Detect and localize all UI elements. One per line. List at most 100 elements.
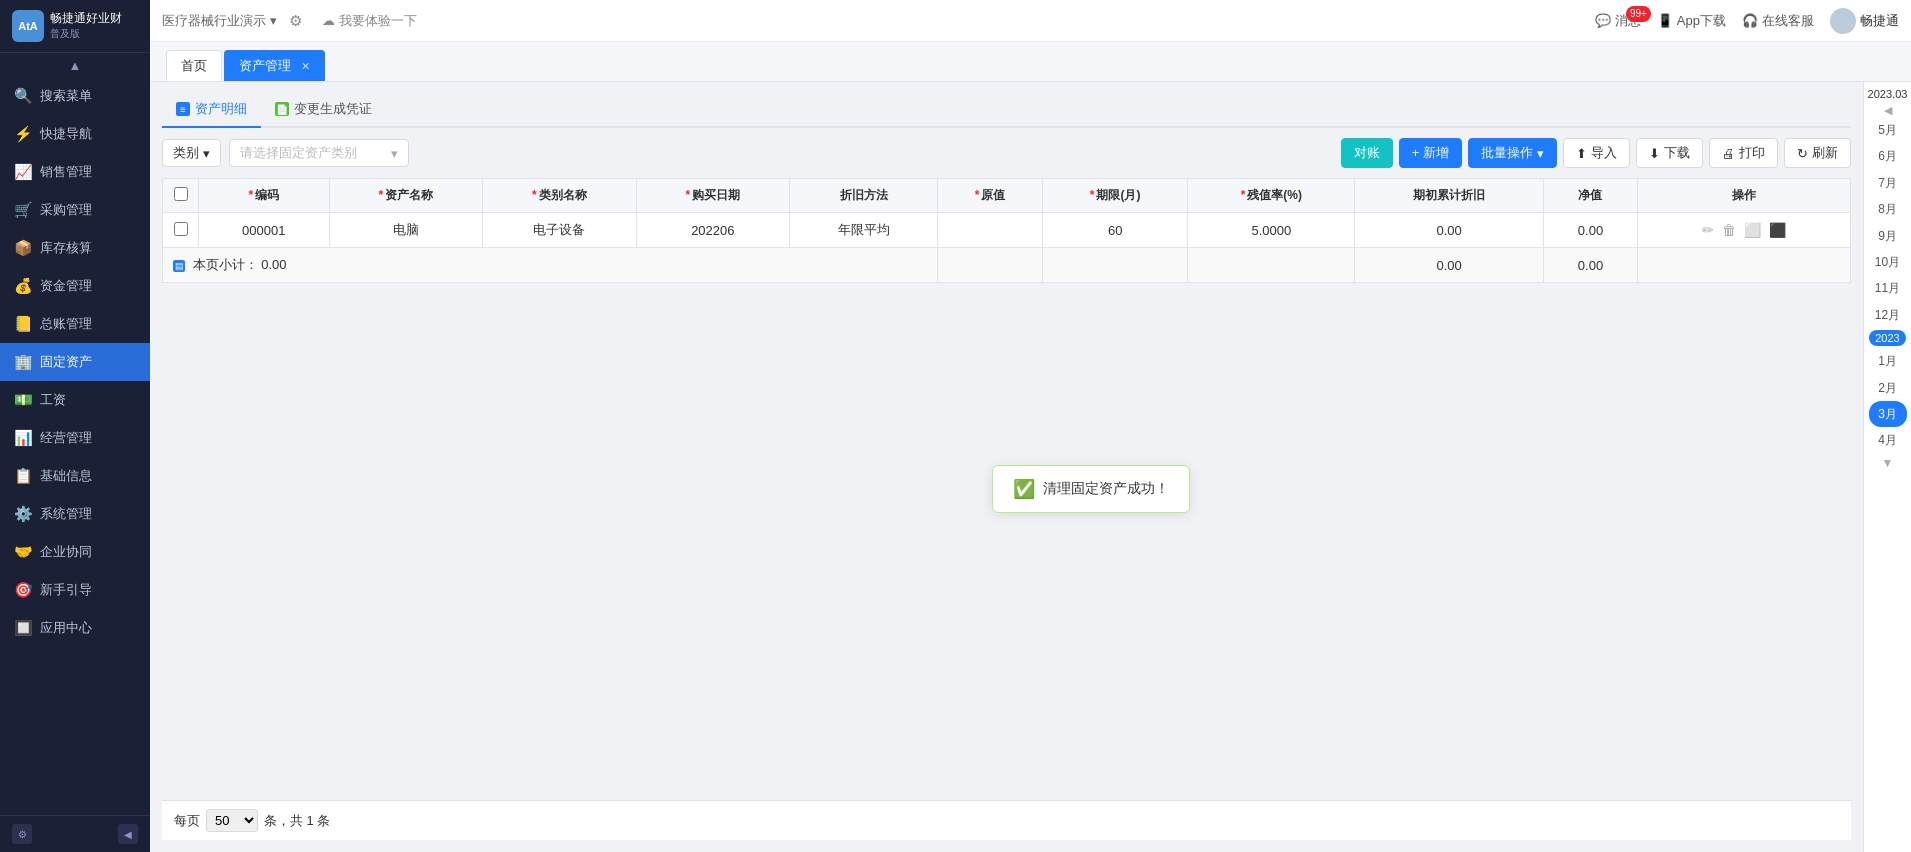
sidebar-item-sales[interactable]: 📈 销售管理 bbox=[0, 153, 150, 191]
calendar-scroll-down[interactable]: ▼ bbox=[1880, 454, 1896, 472]
sidebar-item-label: 总账管理 bbox=[40, 315, 92, 333]
row-net-value: 0.00 bbox=[1544, 213, 1638, 248]
sidebar-item-ops[interactable]: 📊 经营管理 bbox=[0, 419, 150, 457]
sidebar-item-search[interactable]: 🔍 搜索菜单 bbox=[0, 77, 150, 115]
reconcile-label: 对账 bbox=[1354, 144, 1380, 162]
tab-asset-mgmt[interactable]: 资产管理 ✕ bbox=[224, 50, 325, 81]
import-button[interactable]: ⬆ 导入 bbox=[1563, 138, 1630, 168]
subtotal-label-cell: ▤ 本页小计： 0.00 bbox=[163, 248, 938, 283]
sidebar-logo: AtA 畅捷通好业财 普及版 bbox=[0, 0, 150, 53]
sidebar-item-apps[interactable]: 🔲 应用中心 bbox=[0, 609, 150, 647]
cal-month-11[interactable]: 11月 bbox=[1869, 275, 1907, 301]
sidebar-collapse-icon[interactable]: ◀ bbox=[118, 824, 138, 844]
import-icon: ⬆ bbox=[1576, 146, 1587, 161]
new-button[interactable]: + 新增 bbox=[1399, 138, 1462, 168]
sidebar-item-purchase[interactable]: 🛒 采购管理 bbox=[0, 191, 150, 229]
sub-tab-asset-detail-label: 资产明细 bbox=[195, 100, 247, 118]
cal-month-1[interactable]: 1月 bbox=[1869, 348, 1907, 374]
cal-month-2[interactable]: 2月 bbox=[1869, 375, 1907, 401]
cal-month-9[interactable]: 9月 bbox=[1869, 223, 1907, 249]
select-all-checkbox[interactable] bbox=[174, 187, 188, 201]
sidebar-item-ledger[interactable]: 📒 总账管理 bbox=[0, 305, 150, 343]
cal-month-5[interactable]: 5月 bbox=[1869, 117, 1907, 143]
sidebar-scroll-up[interactable]: ▲ bbox=[65, 55, 85, 75]
settings-gear-icon[interactable]: ⚙ bbox=[289, 12, 302, 30]
refresh-button[interactable]: ↻ 刷新 bbox=[1784, 138, 1851, 168]
row-code: 000001 bbox=[199, 213, 330, 248]
row-checkbox[interactable] bbox=[174, 222, 188, 236]
calendar-toggle[interactable]: ◀ bbox=[1884, 104, 1892, 117]
calendar-header: 2023.03 bbox=[1866, 84, 1910, 104]
subtotal-residual-cell bbox=[1188, 248, 1355, 283]
subtotal-period-cell bbox=[1042, 248, 1187, 283]
experience-icon: ☁ bbox=[322, 13, 335, 28]
import-label: 导入 bbox=[1591, 144, 1617, 162]
row-name: 电脑 bbox=[329, 213, 482, 248]
cal-month-12[interactable]: 12月 bbox=[1869, 302, 1907, 328]
company-selector[interactable]: 医疗器械行业演示 ▾ bbox=[162, 12, 277, 30]
category-filter[interactable]: 类别 ▾ bbox=[162, 139, 221, 167]
calendar-year-badge: 2023 bbox=[1869, 330, 1905, 346]
cal-month-7[interactable]: 7月 bbox=[1869, 170, 1907, 196]
download-icon: ⬇ bbox=[1649, 146, 1660, 161]
sidebar-item-fixed-assets[interactable]: 🏢 固定资产 bbox=[0, 343, 150, 381]
sidebar-item-label: 固定资产 bbox=[40, 353, 92, 371]
message-icon: 💬 bbox=[1595, 13, 1611, 28]
inventory-icon: 📦 bbox=[14, 239, 32, 257]
sidebar-item-label: 快捷导航 bbox=[40, 125, 92, 143]
tab-home[interactable]: 首页 bbox=[166, 50, 222, 81]
lightning-icon: ⚡ bbox=[14, 125, 32, 143]
per-page-select[interactable]: 50 10 20 100 bbox=[206, 809, 258, 832]
print-button[interactable]: 🖨 打印 bbox=[1709, 138, 1778, 168]
sidebar-item-payroll[interactable]: 💵 工资 bbox=[0, 381, 150, 419]
sub-tabs: ≡ 资产明细 📄 变更生成凭证 bbox=[162, 94, 1851, 128]
th-depreciation-method: 折旧方法 bbox=[790, 179, 938, 213]
sidebar-item-guide[interactable]: 🎯 新手引导 bbox=[0, 571, 150, 609]
sidebar-settings-icon[interactable]: ⚙ bbox=[12, 824, 32, 844]
th-residual-rate: *残值率(%) bbox=[1188, 179, 1355, 213]
sidebar-item-basic-info[interactable]: 📋 基础信息 bbox=[0, 457, 150, 495]
tab-close-icon[interactable]: ✕ bbox=[301, 60, 310, 72]
th-code: *编码 bbox=[199, 179, 330, 213]
sidebar-item-inventory[interactable]: 📦 库存核算 bbox=[0, 229, 150, 267]
delete-icon[interactable]: 🗑 bbox=[1722, 222, 1736, 238]
cal-month-3[interactable]: 3月 bbox=[1869, 401, 1907, 427]
cal-month-8[interactable]: 8月 bbox=[1869, 196, 1907, 222]
download-label: 下载 bbox=[1664, 144, 1690, 162]
download-button[interactable]: ⬇ 下载 bbox=[1636, 138, 1703, 168]
reconcile-button[interactable]: 对账 bbox=[1341, 138, 1393, 168]
asset-table-container: *编码 *资产名称 *类别名称 *购买日期 折旧方法 *原值 *期限(月) *残… bbox=[162, 178, 1851, 800]
sidebar-item-label: 应用中心 bbox=[40, 619, 92, 637]
sidebar-item-label: 基础信息 bbox=[40, 467, 92, 485]
sidebar-item-label: 搜索菜单 bbox=[40, 87, 92, 105]
sidebar-item-quick-nav[interactable]: ⚡ 快捷导航 bbox=[0, 115, 150, 153]
cal-month-10[interactable]: 10月 bbox=[1869, 249, 1907, 275]
user-profile[interactable]: 畅捷通 bbox=[1830, 8, 1899, 34]
app-download-button[interactable]: 📱 App下载 bbox=[1657, 12, 1726, 30]
subtotal-net-cell: 0.00 bbox=[1544, 248, 1638, 283]
sub-tab-asset-detail[interactable]: ≡ 资产明细 bbox=[162, 94, 261, 128]
toolbar-right: 对账 + 新增 批量操作 ▾ ⬆ 导入 ⬇ 下载 bbox=[1341, 138, 1851, 168]
table-row: 000001 电脑 电子设备 202206 年限平均 60 5.0000 0.0… bbox=[163, 213, 1851, 248]
edit-icon[interactable]: ✏ bbox=[1702, 222, 1714, 238]
success-toast: ✅ 清理固定资产成功！ bbox=[992, 465, 1190, 513]
copy-icon[interactable]: ⬜ bbox=[1744, 222, 1761, 238]
experience-button[interactable]: ☁ 我要体验一下 bbox=[322, 12, 417, 30]
sub-tab-change-voucher-label: 变更生成凭证 bbox=[294, 100, 372, 118]
sidebar-item-sys[interactable]: ⚙️ 系统管理 bbox=[0, 495, 150, 533]
cal-month-6[interactable]: 6月 bbox=[1869, 143, 1907, 169]
more-icon[interactable]: ⬛ bbox=[1769, 222, 1786, 238]
sidebar-item-company[interactable]: 🤝 企业协同 bbox=[0, 533, 150, 571]
message-button[interactable]: 💬 消息 99+ bbox=[1595, 12, 1641, 30]
sub-tab-change-voucher[interactable]: 📄 变更生成凭证 bbox=[261, 94, 386, 128]
sidebar-item-label: 经营管理 bbox=[40, 429, 92, 447]
sidebar-item-label: 企业协同 bbox=[40, 543, 92, 561]
sidebar-item-funds[interactable]: 💰 资金管理 bbox=[0, 267, 150, 305]
cal-month-4[interactable]: 4月 bbox=[1869, 427, 1907, 453]
category-input[interactable]: 请选择固定资产类别 ▾ bbox=[229, 139, 409, 167]
batch-button[interactable]: 批量操作 ▾ bbox=[1468, 138, 1557, 168]
tab-home-label: 首页 bbox=[181, 58, 207, 73]
subtotal-icon: ▤ bbox=[173, 260, 185, 272]
online-service-button[interactable]: 🎧 在线客服 bbox=[1742, 12, 1814, 30]
tab-asset-mgmt-label: 资产管理 bbox=[239, 58, 291, 73]
